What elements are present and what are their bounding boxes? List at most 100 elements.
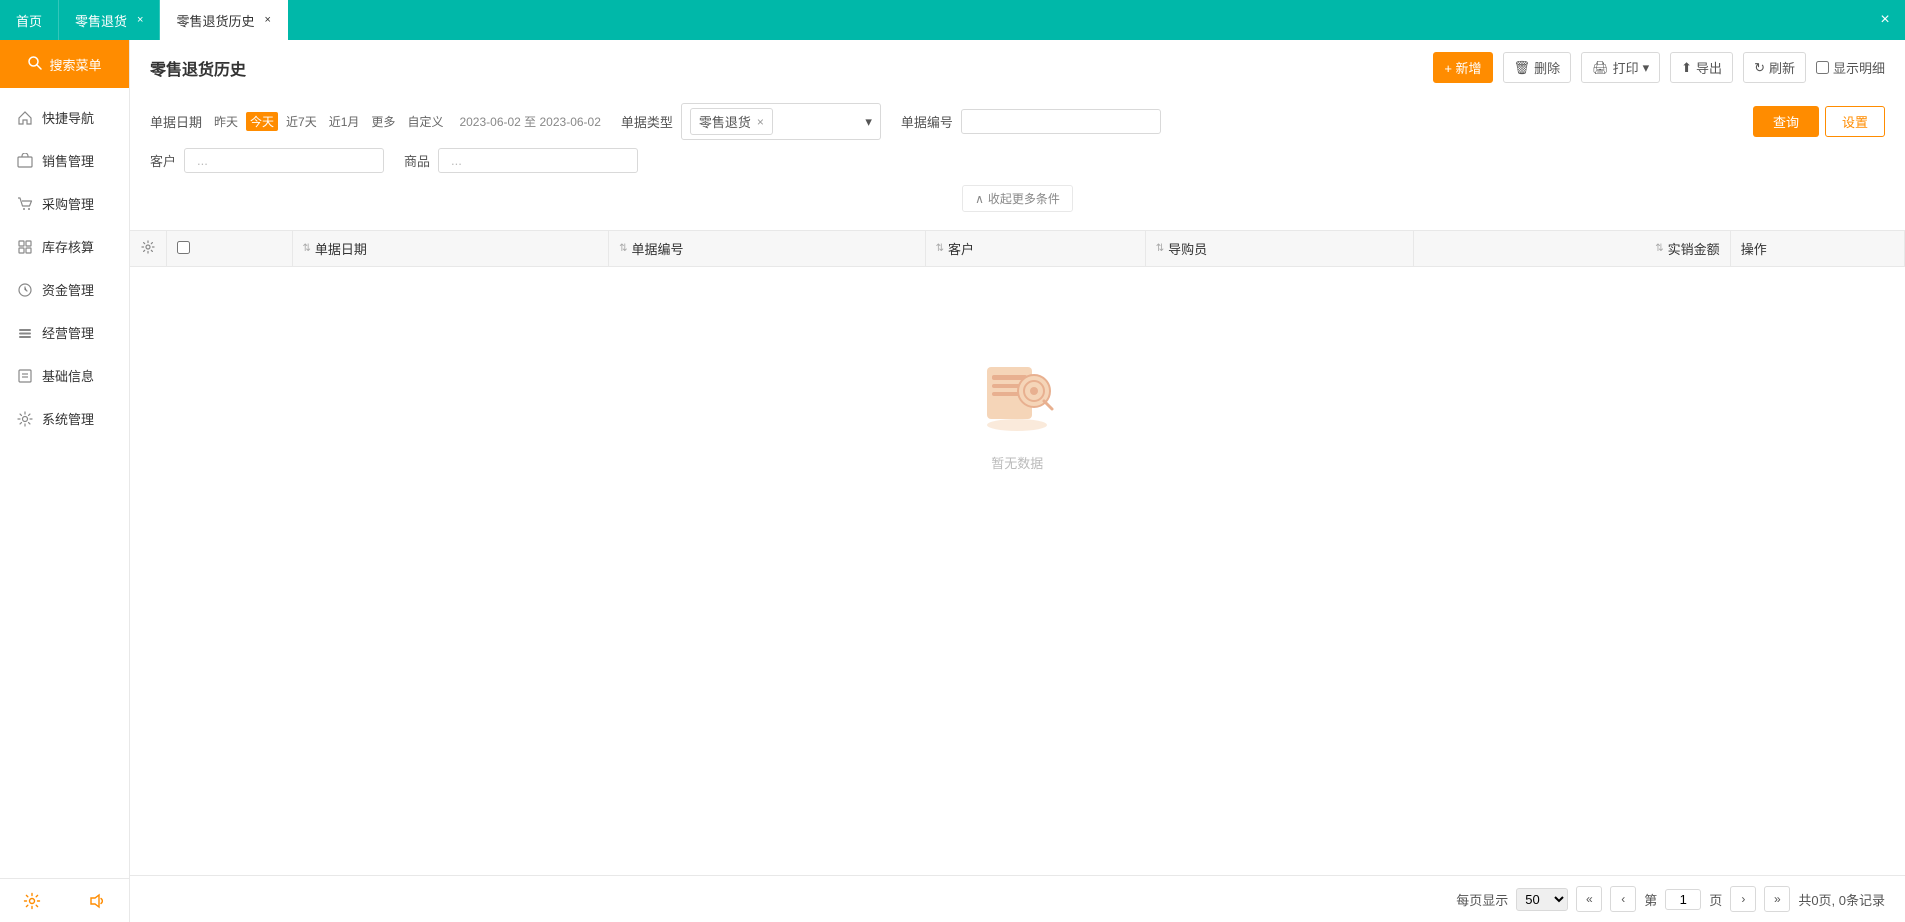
doc-no-filter: 单据编号 <box>901 109 1161 134</box>
pagination-bar: 每页显示 50 10 20 100 « ‹ 第 页 › » 共0页, 0条记录 <box>130 875 1905 922</box>
col-doc-date[interactable]: ⇅ 单据日期 <box>292 231 609 267</box>
prev-page-button[interactable]: ‹ <box>1610 886 1636 912</box>
window-close-button[interactable]: × <box>1865 0 1905 40</box>
content-area: 零售退货历史 + 新增 🗑 删除 🖨 打印 ▾ ⬆ 导出 <box>130 40 1905 922</box>
tab-retail-return-history[interactable]: 零售退货历史 × <box>160 0 287 40</box>
filter-row-2: 客户 ... 商品 ... <box>150 148 1885 173</box>
col-guide[interactable]: ⇅ 导购员 <box>1145 231 1413 267</box>
export-button[interactable]: ⬆ 导出 <box>1670 52 1733 83</box>
sidebar-item-inventory-calc[interactable]: 库存核算 <box>0 225 129 268</box>
page-size-select[interactable]: 50 10 20 100 <box>1516 888 1568 911</box>
display-detail-checkbox[interactable] <box>1816 61 1829 74</box>
sidebar-item-sales-mgmt[interactable]: 销售管理 <box>0 139 129 182</box>
sidebar-item-purchase-mgmt[interactable]: 采购管理 <box>0 182 129 225</box>
sidebar-item-ops-mgmt[interactable]: 经营管理 <box>0 311 129 354</box>
goods-select[interactable]: ... <box>438 148 638 173</box>
volume-button[interactable] <box>83 887 111 915</box>
top-bar: 首页 零售退货 × 零售退货历史 × × <box>0 0 1905 40</box>
col-amount-sort-icon: ⇅ <box>1655 243 1663 254</box>
sidebar-item-fund-mgmt[interactable]: 资金管理 <box>0 268 129 311</box>
sidebar-item-sales-mgmt-label: 销售管理 <box>42 151 94 170</box>
search-menu-label: 搜索菜单 <box>49 55 101 74</box>
sidebar-bottom <box>0 878 129 922</box>
doc-type-tag: 零售退货 × <box>690 108 773 135</box>
sidebar-item-sys-mgmt[interactable]: 系统管理 <box>0 397 129 440</box>
doc-no-input[interactable] <box>961 109 1161 134</box>
tab-retail-return[interactable]: 零售退货 × <box>59 0 160 40</box>
fund-icon <box>16 281 34 299</box>
sidebar-item-sys-mgmt-label: 系统管理 <box>42 409 94 428</box>
date-opt-more[interactable]: 更多 <box>367 112 399 131</box>
tab-retail-return-history-close[interactable]: × <box>264 14 270 26</box>
query-button[interactable]: 查询 <box>1753 106 1819 137</box>
page-title-row: 零售退货历史 + 新增 🗑 删除 🖨 打印 ▾ ⬆ 导出 <box>150 52 1885 83</box>
data-table: ⇅ 单据日期 ⇅ 单据编号 ⇅ <box>130 231 1905 552</box>
goods-dots: ... <box>451 153 462 168</box>
home-icon <box>16 109 34 127</box>
select-all-checkbox[interactable] <box>177 241 190 254</box>
add-button[interactable]: + 新增 <box>1433 52 1492 83</box>
tab-retail-return-close[interactable]: × <box>137 14 143 26</box>
doc-type-dropdown-icon: ▾ <box>865 114 872 130</box>
date-opt-yesterday[interactable]: 昨天 <box>210 112 242 131</box>
export-label: 导出 <box>1696 58 1722 77</box>
date-opt-today[interactable]: 今天 <box>246 112 278 131</box>
main-layout: 搜索菜单 快捷导航 销售管理 采购管理 <box>0 40 1905 922</box>
date-opt-7days[interactable]: 近7天 <box>282 112 321 131</box>
col-guide-label: 导购员 <box>1168 239 1207 258</box>
page-unit: 页 <box>1709 890 1722 909</box>
sidebar-item-quick-nav[interactable]: 快捷导航 <box>0 96 129 139</box>
page-header: 零售退货历史 + 新增 🗑 删除 🖨 打印 ▾ ⬆ 导出 <box>130 40 1905 231</box>
tab-home[interactable]: 首页 <box>0 0 59 40</box>
current-page-input[interactable] <box>1665 889 1701 910</box>
col-customer-label: 客户 <box>948 239 974 258</box>
date-filter: 单据日期 昨天 今天 近7天 近1月 更多 自定义 2023-06-02 至 2… <box>150 112 601 131</box>
col-doc-no-sort-icon: ⇅ <box>619 243 627 254</box>
refresh-button[interactable]: ↻ 刷新 <box>1743 52 1806 83</box>
tab-retail-return-history-label: 零售退货历史 <box>176 11 254 30</box>
first-page-button[interactable]: « <box>1576 886 1602 912</box>
print-button[interactable]: 🖨 打印 ▾ <box>1581 52 1660 83</box>
doc-type-select[interactable]: 零售退货 × ▾ <box>681 103 881 140</box>
search-menu-button[interactable]: 搜索菜单 <box>0 40 129 88</box>
settings-gear-button[interactable] <box>18 887 46 915</box>
display-detail-checkbox-area[interactable]: 显示明细 <box>1816 58 1885 77</box>
table-header-row: ⇅ 单据日期 ⇅ 单据编号 ⇅ <box>130 231 1905 267</box>
filter-row-1: 单据日期 昨天 今天 近7天 近1月 更多 自定义 2023-06-02 至 2… <box>150 103 1885 140</box>
customer-select[interactable]: ... <box>184 148 384 173</box>
date-filter-label: 单据日期 <box>150 112 202 131</box>
col-customer[interactable]: ⇅ 客户 <box>925 231 1145 267</box>
sidebar-item-basic-info[interactable]: 基础信息 <box>0 354 129 397</box>
col-customer-sort-icon: ⇅ <box>936 243 944 254</box>
sales-icon <box>16 152 34 170</box>
doc-type-filter: 单据类型 零售退货 × ▾ <box>621 103 881 140</box>
goods-filter: 商品 ... <box>404 148 638 173</box>
empty-row: 暂无数据 <box>130 267 1905 553</box>
filter-area: 单据日期 昨天 今天 近7天 近1月 更多 自定义 2023-06-02 至 2… <box>150 93 1885 230</box>
ops-icon <box>16 324 34 342</box>
empty-state: 暂无数据 <box>130 267 1905 552</box>
doc-type-label: 单据类型 <box>621 112 673 131</box>
col-settings[interactable] <box>130 231 166 267</box>
sidebar-item-inventory-calc-label: 库存核算 <box>42 237 94 256</box>
delete-button[interactable]: 🗑 删除 <box>1503 52 1572 83</box>
delete-label: 删除 <box>1534 58 1560 77</box>
date-opt-1month[interactable]: 近1月 <box>325 112 364 131</box>
sidebar-item-fund-mgmt-label: 资金管理 <box>42 280 94 299</box>
sidebar-nav: 快捷导航 销售管理 采购管理 库存核算 <box>0 88 129 878</box>
col-amount[interactable]: ⇅ 实销金额 <box>1414 231 1731 267</box>
collapse-button[interactable]: ∧ 收起更多条件 <box>962 185 1073 212</box>
doc-no-label: 单据编号 <box>901 112 953 131</box>
next-page-button[interactable]: › <box>1730 886 1756 912</box>
refresh-icon: ↻ <box>1754 60 1765 76</box>
setting-button[interactable]: 设置 <box>1825 106 1885 137</box>
col-checkbox[interactable] <box>166 231 292 267</box>
col-doc-no[interactable]: ⇅ 单据编号 <box>609 231 926 267</box>
last-page-button[interactable]: » <box>1764 886 1790 912</box>
sidebar-item-purchase-mgmt-label: 采购管理 <box>42 194 94 213</box>
doc-type-tag-remove[interactable]: × <box>757 115 764 129</box>
print-chevron-icon: ▾ <box>1643 60 1650 76</box>
doc-type-tag-value: 零售退货 <box>699 112 751 131</box>
date-range-display: 2023-06-02 至 2023-06-02 <box>459 113 600 130</box>
date-opt-custom[interactable]: 自定义 <box>403 112 447 131</box>
